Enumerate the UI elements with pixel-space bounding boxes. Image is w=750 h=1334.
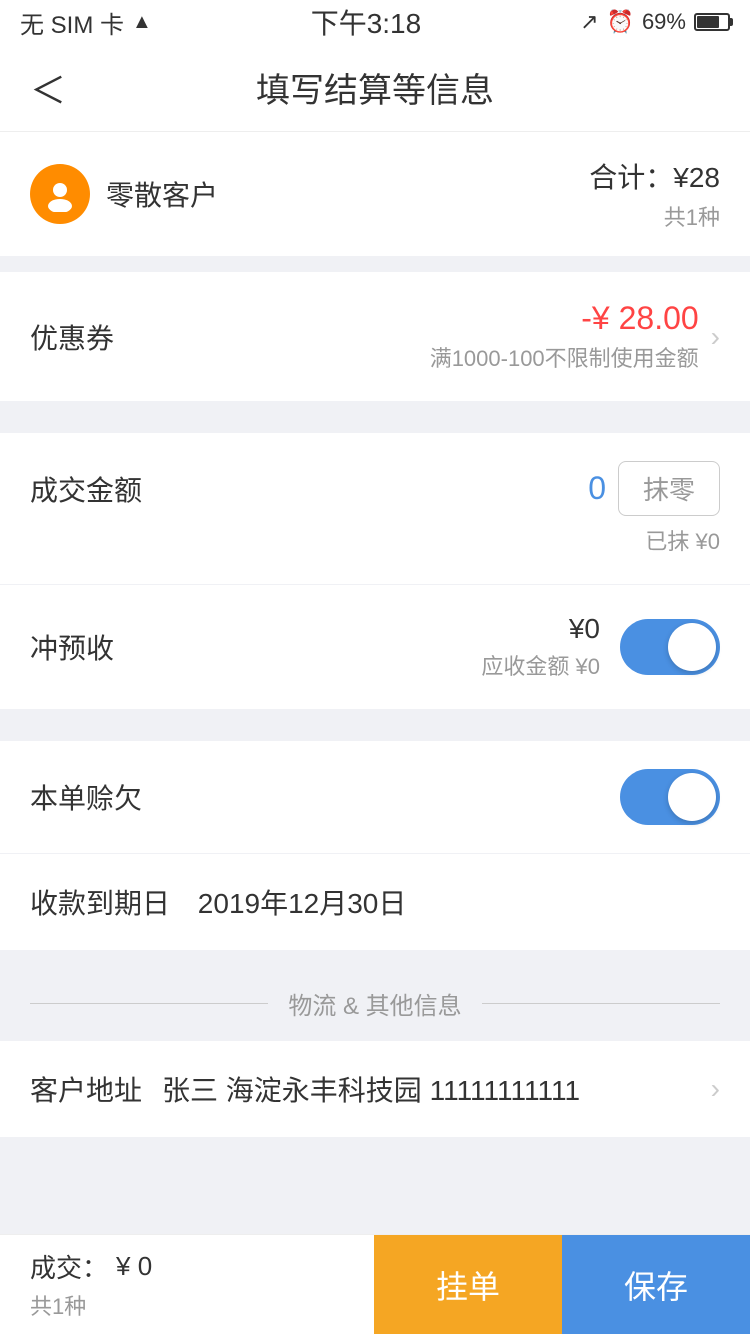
location-icon: ↗ (580, 9, 598, 35)
transaction-value: 0 (588, 470, 606, 507)
bottom-deal: 成交： ¥ 0 (30, 1248, 344, 1285)
time-label: 下午3:18 (311, 2, 422, 42)
avatar (30, 164, 90, 224)
divider-1 (0, 417, 750, 433)
due-date-row: 收款到期日 2019年12月30日 (0, 853, 750, 950)
coupon-section[interactable]: 优惠券 -¥ 28.00 满1000-100不限制使用金额 › (0, 272, 750, 401)
due-date-value: 2019年12月30日 (198, 888, 407, 919)
transaction-right: 0 抹零 (588, 461, 720, 516)
back-button[interactable]: ＜ (30, 62, 66, 114)
receivable-label: 应收金额 ¥0 (481, 649, 600, 681)
precollect-right: ¥0 应收金额 ¥0 (481, 613, 720, 681)
customer-name: 零散客户 (106, 174, 218, 214)
bottom-deal-amount: ¥ 0 (116, 1251, 152, 1282)
due-date-label: 收款到期日 (30, 888, 170, 919)
address-label: 客户地址 (30, 1069, 142, 1109)
pending-button[interactable]: 挂单 (374, 1235, 562, 1334)
logistics-line-left (30, 1003, 268, 1004)
page-title: 填写结算等信息 (256, 63, 494, 112)
transaction-label: 成交金额 (30, 469, 142, 509)
debt-row: 本单赊欠 (0, 741, 750, 853)
erased-label: 已抹 ¥0 (645, 524, 720, 556)
coupon-value-wrap: -¥ 28.00 满1000-100不限制使用金额 (430, 300, 699, 373)
precollect-label: 冲预收 (30, 627, 114, 667)
transaction-amount-row: 成交金额 0 抹零 已抹 ¥0 (0, 433, 750, 584)
debt-label: 本单赊欠 (30, 777, 142, 817)
coupon-sub: 满1000-100不限制使用金额 (430, 341, 699, 373)
customer-row: 零散客户 合计：¥28 共1种 (0, 132, 750, 256)
toggle-knob (668, 623, 716, 671)
address-chevron-right-icon: › (711, 1073, 720, 1105)
coupon-discount: -¥ 28.00 (430, 300, 699, 337)
nav-bar: ＜ 填写结算等信息 (0, 44, 750, 132)
precollect-row: 冲预收 ¥0 应收金额 ¥0 (0, 584, 750, 709)
precollect-amount: ¥0 (481, 613, 600, 645)
chevron-right-icon: › (711, 321, 720, 353)
total-amount: 合计：¥28 (589, 156, 720, 196)
alarm-icon: ⏰ (607, 9, 634, 35)
customer-section: 零散客户 合计：¥28 共1种 (0, 132, 750, 256)
bottom-bar: 成交： ¥ 0 共1种 挂单 保存 (0, 1234, 750, 1334)
customer-summary: 合计：¥28 共1种 (589, 156, 720, 232)
address-value: 张三 海淀永丰科技园 11111111111 (162, 1069, 711, 1109)
divider-2 (0, 725, 750, 741)
coupon-row[interactable]: 优惠券 -¥ 28.00 满1000-100不限制使用金额 › (0, 272, 750, 401)
round-button[interactable]: 抹零 (618, 461, 720, 516)
carrier-label: 无 SIM 卡 (20, 5, 124, 40)
debt-section: 本单赊欠 收款到期日 2019年12月30日 (0, 741, 750, 950)
save-button[interactable]: 保存 (562, 1235, 750, 1334)
coupon-label: 优惠券 (30, 317, 114, 357)
coupon-right: -¥ 28.00 满1000-100不限制使用金额 › (430, 300, 720, 373)
status-left: 无 SIM 卡 ▲ (20, 5, 152, 40)
debt-toggle-knob (668, 773, 716, 821)
logistics-label: 物流 & 其他信息 (268, 986, 481, 1021)
precollect-toggle[interactable] (620, 619, 720, 675)
transaction-section: 成交金额 0 抹零 已抹 ¥0 冲预收 ¥0 应收金额 ¥0 (0, 433, 750, 709)
logistics-divider: 物流 & 其他信息 (0, 966, 750, 1041)
bottom-count: 共1种 (30, 1289, 344, 1321)
item-count: 共1种 (589, 200, 720, 232)
status-right: ↗ ⏰ 69% (580, 9, 730, 35)
status-bar: 无 SIM 卡 ▲ 下午3:18 ↗ ⏰ 69% (0, 0, 750, 44)
battery-icon (694, 13, 730, 31)
address-row[interactable]: 客户地址 张三 海淀永丰科技园 11111111111 › (0, 1041, 750, 1137)
bottom-deal-label: 成交： (30, 1248, 108, 1285)
debt-toggle[interactable] (620, 769, 720, 825)
address-section[interactable]: 客户地址 张三 海淀永丰科技园 11111111111 › (0, 1041, 750, 1137)
customer-left: 零散客户 (30, 164, 218, 224)
logistics-line-right (482, 1003, 720, 1004)
wifi-icon: ▲ (132, 11, 152, 34)
bottom-info: 成交： ¥ 0 共1种 (0, 1248, 374, 1321)
battery-label: 69% (642, 9, 686, 35)
precollect-values: ¥0 应收金额 ¥0 (481, 613, 600, 681)
